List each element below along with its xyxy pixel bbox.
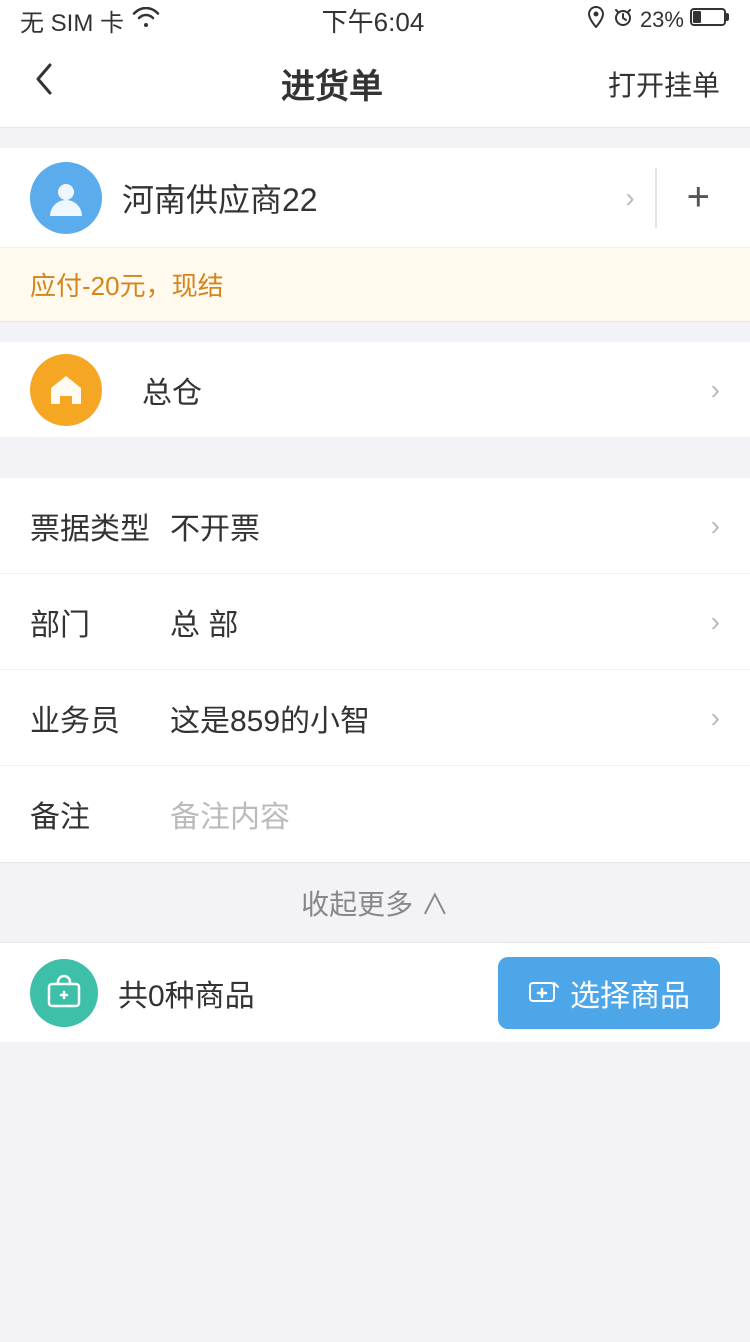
remark-label: 备注 — [30, 792, 160, 836]
wifi-icon — [132, 6, 160, 34]
fields-section: 票据类型 不开票 › 部门 总 部 › 业务员 这是859的小智 › 备注 备注… — [0, 478, 750, 862]
supplier-avatar — [30, 162, 102, 234]
warehouse-row[interactable]: 总仓 › — [0, 342, 750, 438]
select-product-label: 选择商品 — [570, 971, 690, 1015]
battery-icon — [690, 6, 730, 34]
battery-percent: 23% — [640, 7, 684, 33]
invoice-type-value: 不开票 — [160, 504, 711, 548]
product-count: 共0种商品 — [118, 971, 498, 1015]
select-product-button[interactable]: 选择商品 — [498, 957, 720, 1029]
nav-bar: 进货单 打开挂单 — [0, 40, 750, 128]
supplier-chevron-icon: › — [625, 182, 634, 214]
department-label: 部门 — [30, 600, 160, 644]
supplier-name: 河南供应商22 — [122, 175, 625, 221]
supplier-section: 河南供应商22 › + 应付-20元，现结 — [0, 148, 750, 322]
product-icon-wrap — [30, 959, 98, 1027]
salesperson-label: 业务员 — [30, 696, 160, 740]
add-button[interactable]: + — [677, 165, 720, 230]
warehouse-chevron-icon: › — [711, 374, 720, 406]
notice-text: 应付-20元，现结 — [30, 271, 224, 301]
page-remainder — [0, 1042, 750, 1342]
notice-banner: 应付-20元，现结 — [0, 248, 750, 322]
section-gap-3 — [0, 438, 750, 458]
warehouse-name: 总仓 — [122, 368, 711, 412]
warehouse-icon-wrap — [30, 354, 102, 426]
section-gap-2 — [0, 322, 750, 342]
page-title: 进货单 — [281, 59, 383, 108]
no-sim-label: 无 SIM 卡 — [20, 3, 124, 38]
supplier-divider — [655, 168, 657, 228]
salesperson-row[interactable]: 业务员 这是859的小智 › — [0, 670, 750, 766]
supplier-row[interactable]: 河南供应商22 › + — [0, 148, 750, 248]
invoice-type-row[interactable]: 票据类型 不开票 › — [0, 478, 750, 574]
bottom-bar: 共0种商品 选择商品 — [0, 942, 750, 1042]
status-time: 下午6:04 — [322, 2, 425, 39]
remark-row[interactable]: 备注 备注内容 — [0, 766, 750, 862]
open-pending-button[interactable]: 打开挂单 — [608, 64, 720, 104]
location-icon — [586, 6, 606, 34]
department-value: 总 部 — [160, 600, 711, 644]
alarm-icon — [612, 6, 634, 34]
status-right: 23% — [586, 6, 730, 34]
department-chevron-icon: › — [711, 606, 720, 638]
salesperson-value: 这是859的小智 — [160, 696, 711, 740]
back-button[interactable] — [30, 57, 56, 110]
section-gap-1 — [0, 128, 750, 148]
invoice-type-label: 票据类型 — [30, 504, 160, 548]
department-row[interactable]: 部门 总 部 › — [0, 574, 750, 670]
invoice-type-chevron-icon: › — [711, 510, 720, 542]
collapse-bar[interactable]: 收起更多 ∧ — [0, 862, 750, 942]
salesperson-chevron-icon: › — [711, 702, 720, 734]
collapse-label: 收起更多 ∧ — [301, 883, 449, 923]
status-bar: 无 SIM 卡 下午6:04 23% — [0, 0, 750, 40]
remark-input[interactable]: 备注内容 — [160, 792, 720, 836]
status-left: 无 SIM 卡 — [20, 3, 160, 38]
